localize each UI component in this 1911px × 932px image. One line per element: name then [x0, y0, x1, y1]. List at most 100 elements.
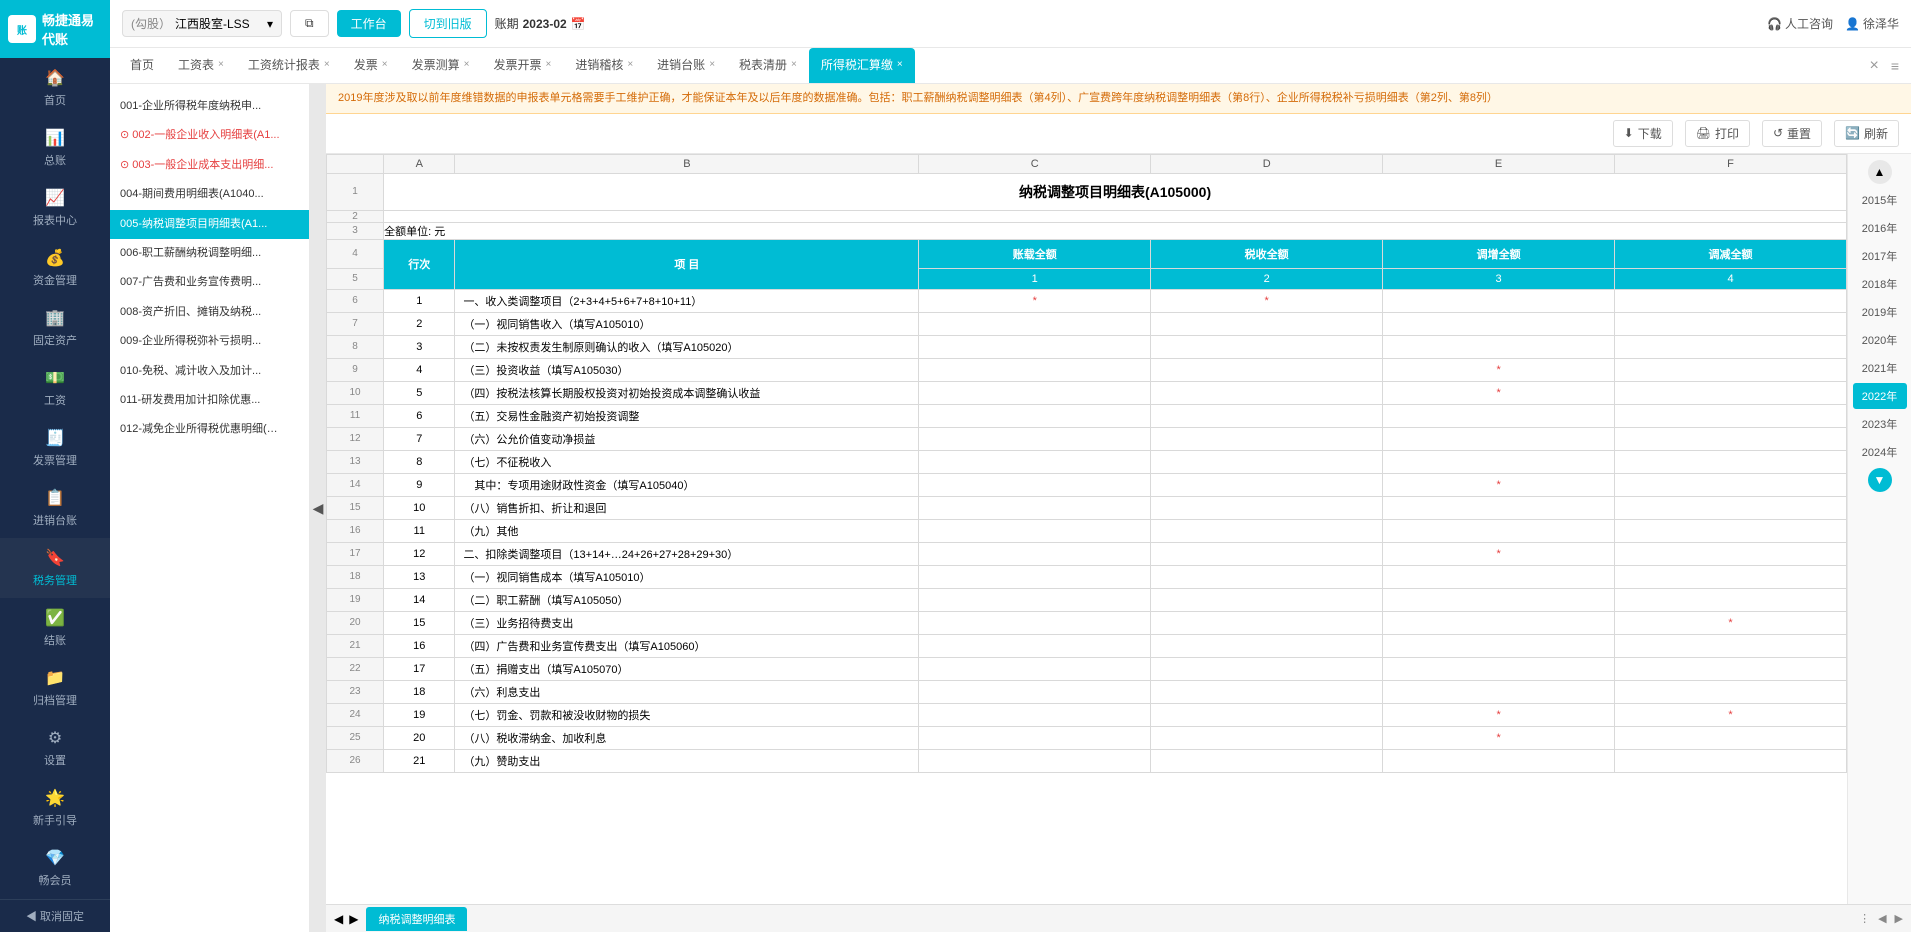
reset-button[interactable]: ↺ 重置 [1762, 120, 1822, 147]
e-cell[interactable]: * [1383, 358, 1615, 381]
d-cell[interactable] [1151, 519, 1383, 542]
tab-close-icon[interactable]: × [627, 59, 633, 70]
d-cell[interactable] [1151, 358, 1383, 381]
f-cell[interactable] [1615, 749, 1847, 772]
e-cell[interactable] [1383, 657, 1615, 680]
label-cell[interactable]: （八）销售折扣、折让和退回 [455, 496, 919, 519]
f-cell[interactable] [1615, 427, 1847, 450]
label-cell[interactable]: 一、收入类调整项目（2+3+4+5+6+7+8+10+11） [455, 289, 919, 312]
d-cell[interactable] [1151, 404, 1383, 427]
sidebar-item-tax[interactable]: 🔖税务管理 [0, 538, 110, 598]
year-btn-2021年[interactable]: 2021年 [1853, 355, 1907, 381]
label-cell[interactable]: （五）交易性金融资产初始投资调整 [455, 404, 919, 427]
label-cell[interactable]: （一）视同销售成本（填写A105010） [455, 565, 919, 588]
sidebar-item-salary[interactable]: 💵工资 [0, 358, 110, 418]
tab-close-icon[interactable]: × [545, 59, 551, 70]
f-cell[interactable] [1615, 381, 1847, 404]
f-cell[interactable] [1615, 496, 1847, 519]
f-cell[interactable] [1615, 634, 1847, 657]
f-cell[interactable] [1615, 358, 1847, 381]
e-cell[interactable] [1383, 427, 1615, 450]
print-button[interactable]: 🖨 打印 [1685, 120, 1750, 147]
c-cell[interactable] [919, 611, 1151, 634]
d-cell[interactable] [1151, 312, 1383, 335]
scroll-right-icon[interactable]: ▶ [1895, 912, 1903, 925]
tab-close-icon[interactable]: × [218, 59, 224, 70]
tab-5[interactable]: 发票开票× [481, 48, 563, 83]
user-avatar[interactable]: 👤 徐泽华 [1845, 15, 1899, 32]
e-cell[interactable] [1383, 680, 1615, 703]
table-container[interactable]: A B C D E F 1 纳税调整项目明细表(A105000) [326, 154, 1847, 905]
f-cell[interactable]: * [1615, 611, 1847, 634]
d-cell[interactable] [1151, 473, 1383, 496]
tab-close-icon[interactable]: × [464, 59, 470, 70]
tab-close-icon[interactable]: × [324, 59, 330, 70]
year-btn-2020年[interactable]: 2020年 [1853, 327, 1907, 353]
c-cell[interactable] [919, 565, 1151, 588]
form-list-item-004[interactable]: 004-期间费用明细表(A1040... [110, 180, 309, 209]
d-cell[interactable] [1151, 427, 1383, 450]
f-cell[interactable]: * [1615, 703, 1847, 726]
label-cell[interactable]: （四）按税法核算长期股权投资对初始投资成本调整确认收益 [455, 381, 919, 404]
label-cell[interactable]: （一）视同销售收入（填写A105010） [455, 312, 919, 335]
label-cell[interactable]: 其中：专项用途财政性资金（填写A105040） [455, 473, 919, 496]
d-cell[interactable] [1151, 611, 1383, 634]
sidebar-item-home[interactable]: 🏠首页 [0, 58, 110, 118]
year-prev-button[interactable]: ▲ [1868, 160, 1892, 184]
tab-2[interactable]: 工资统计报表× [236, 48, 342, 83]
label-cell[interactable]: （七）罚金、罚款和被没收财物的损失 [455, 703, 919, 726]
e-cell[interactable] [1383, 565, 1615, 588]
form-list-item-009[interactable]: 009-企业所得税弥补亏损明... [110, 327, 309, 356]
collapse-panel-button[interactable]: ◀ [310, 84, 326, 932]
d-cell[interactable] [1151, 726, 1383, 749]
next-sheet-icon[interactable]: ▶ [349, 912, 358, 926]
c-cell[interactable] [919, 519, 1151, 542]
label-cell[interactable]: （五）捐赠支出（填写A105070） [455, 657, 919, 680]
sidebar-item-finance[interactable]: 💰资金管理 [0, 238, 110, 298]
c-cell[interactable]: * [919, 289, 1151, 312]
d-cell[interactable] [1151, 542, 1383, 565]
year-btn-2015年[interactable]: 2015年 [1853, 187, 1907, 213]
year-btn-2016年[interactable]: 2016年 [1853, 215, 1907, 241]
d-cell[interactable] [1151, 749, 1383, 772]
c-cell[interactable] [919, 427, 1151, 450]
label-cell[interactable]: （二）未按权责发生制原则确认的收入（填写A105020） [455, 335, 919, 358]
download-button[interactable]: ⬇ 下载 [1613, 120, 1673, 147]
c-cell[interactable] [919, 496, 1151, 519]
sidebar-item-fixed[interactable]: 🏢固定资产 [0, 298, 110, 358]
d-cell[interactable] [1151, 381, 1383, 404]
d-cell[interactable] [1151, 335, 1383, 358]
label-cell[interactable]: （九）其他 [455, 519, 919, 542]
year-btn-2023年[interactable]: 2023年 [1853, 411, 1907, 437]
e-cell[interactable] [1383, 749, 1615, 772]
form-list-item-003[interactable]: ⊙003-一般企业成本支出明细... [110, 151, 309, 180]
c-cell[interactable] [919, 703, 1151, 726]
copy-button[interactable]: ⧉ [290, 10, 329, 37]
e-cell[interactable] [1383, 404, 1615, 427]
c-cell[interactable] [919, 726, 1151, 749]
e-cell[interactable] [1383, 450, 1615, 473]
f-cell[interactable] [1615, 312, 1847, 335]
label-cell[interactable]: （七）不征税收入 [455, 450, 919, 473]
tab-8[interactable]: 税表清册× [727, 48, 809, 83]
e-cell[interactable] [1383, 289, 1615, 312]
d-cell[interactable] [1151, 657, 1383, 680]
form-list-item-001[interactable]: 001-企业所得税年度纳税申... [110, 92, 309, 121]
form-list-item-002[interactable]: ⊙002-一般企业收入明细表(A1... [110, 121, 309, 150]
refresh-button[interactable]: 🔄 刷新 [1834, 120, 1899, 147]
e-cell[interactable] [1383, 312, 1615, 335]
d-cell[interactable] [1151, 565, 1383, 588]
form-list-item-007[interactable]: 007-广告费和业务宣传费明... [110, 268, 309, 297]
form-list-item-005[interactable]: 005-纳税调整项目明细表(A1... [110, 210, 309, 239]
d-cell[interactable]: * [1151, 289, 1383, 312]
sidebar-item-report[interactable]: 📈报表中心 [0, 178, 110, 238]
c-cell[interactable] [919, 335, 1151, 358]
sidebar-item-member[interactable]: 💎畅会员 [0, 838, 110, 898]
c-cell[interactable] [919, 680, 1151, 703]
e-cell[interactable]: * [1383, 381, 1615, 404]
c-cell[interactable] [919, 542, 1151, 565]
sheet-tab[interactable]: 纳税调整明细表 [366, 907, 467, 931]
service-link[interactable]: 🎧 人工咨询 [1767, 15, 1833, 32]
close-all-tabs-button[interactable]: × [1861, 57, 1886, 75]
f-cell[interactable] [1615, 519, 1847, 542]
